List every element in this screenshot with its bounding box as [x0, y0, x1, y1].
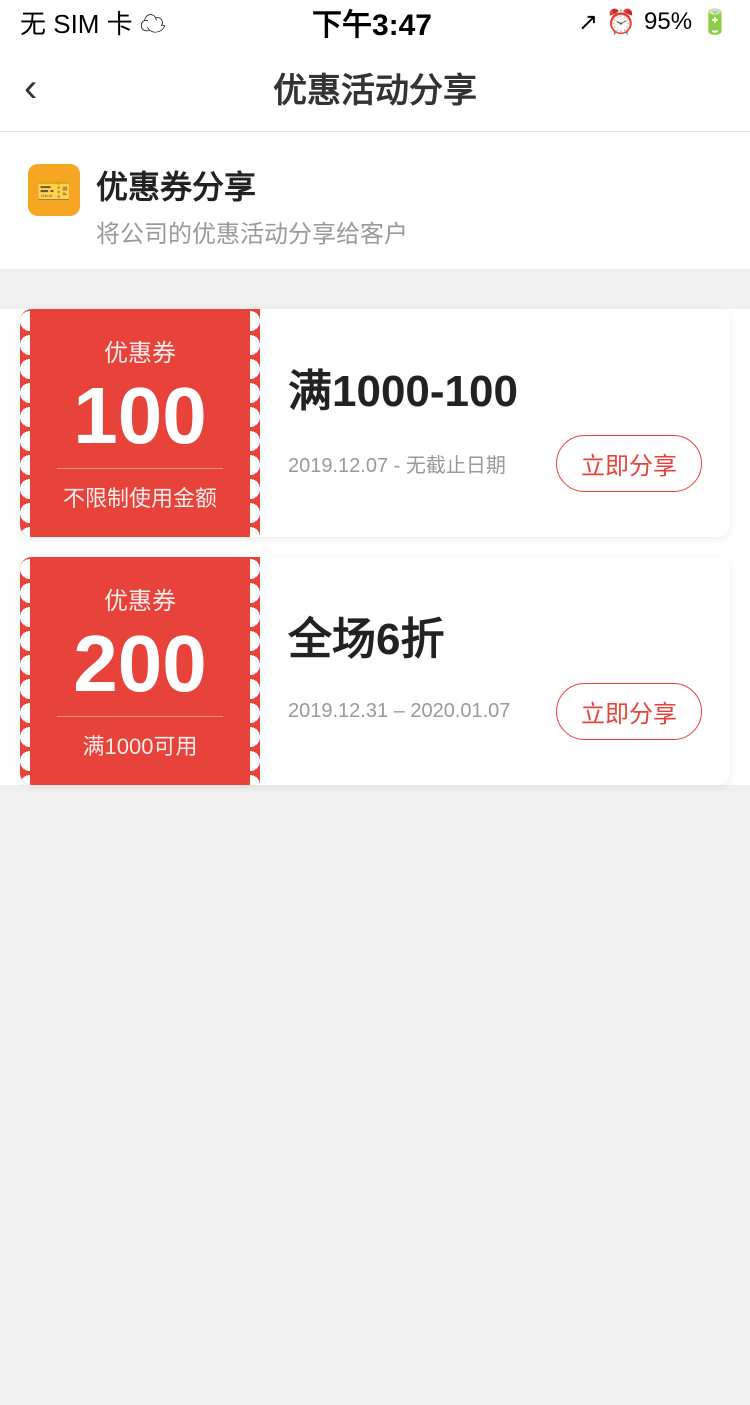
- coupon-date: 2019.12.31 – 2020.01.07: [288, 700, 510, 723]
- status-time: 下午3:47: [312, 0, 432, 44]
- status-bar: 无 SIM 卡 ☁ 下午3:47 ↗ ⏰ 95% 🔋: [0, 0, 750, 44]
- coupon-left-panel: 优惠券 100 不限制使用金额: [20, 309, 260, 537]
- battery-icon: 🔋: [700, 8, 730, 37]
- battery-label: 95%: [644, 8, 692, 36]
- section-text: 优惠券分享 将公司的优惠活动分享给客户: [96, 162, 408, 249]
- coupon-right-panel: 满1000-100 2019.12.07 - 无截止日期 立即分享: [260, 309, 730, 537]
- empty-area: [0, 805, 750, 1405]
- alarm-icon: ⏰: [606, 8, 636, 37]
- section-header: 🎫 优惠券分享 将公司的优惠活动分享给客户: [0, 132, 750, 269]
- coupon-condition: 不限制使用金额: [63, 481, 217, 513]
- coupon-type-label: 优惠券: [104, 581, 176, 616]
- coupon-type-label: 优惠券: [104, 333, 176, 368]
- sim-wifi-label: 无 SIM 卡 ☁: [20, 4, 166, 41]
- coupon-inner-divider: [57, 716, 223, 717]
- back-button[interactable]: ‹: [24, 68, 37, 108]
- coupon-item: 优惠券 100 不限制使用金额 满1000-100 2019.12.07 - 无…: [20, 309, 730, 537]
- coupon-amount: 100: [73, 376, 206, 456]
- coupon-section-icon: 🎫: [28, 164, 80, 216]
- coupon-meta: 2019.12.07 - 无截止日期 立即分享: [288, 435, 702, 492]
- coupon-name: 满1000-100: [288, 355, 702, 419]
- section-divider: [0, 269, 750, 289]
- coupon-list: 优惠券 100 不限制使用金额 满1000-100 2019.12.07 - 无…: [0, 309, 750, 785]
- nav-bar: ‹ 优惠活动分享: [0, 44, 750, 132]
- coupon-amount: 200: [73, 624, 206, 704]
- coupon-condition: 满1000可用: [83, 729, 198, 761]
- coupon-name: 全场6折: [288, 603, 702, 667]
- section-title: 优惠券分享: [96, 162, 408, 208]
- status-right: ↗ ⏰ 95% 🔋: [578, 8, 730, 37]
- nav-title: 优惠活动分享: [273, 63, 477, 112]
- section-subtitle: 将公司的优惠活动分享给客户: [96, 214, 408, 249]
- coupon-item: 优惠券 200 满1000可用 全场6折 2019.12.31 – 2020.0…: [20, 557, 730, 785]
- coupon-meta: 2019.12.31 – 2020.01.07 立即分享: [288, 683, 702, 740]
- location-icon: ↗: [578, 8, 598, 37]
- coupon-left-panel: 优惠券 200 满1000可用: [20, 557, 260, 785]
- share-button[interactable]: 立即分享: [556, 435, 702, 492]
- coupon-right-panel: 全场6折 2019.12.31 – 2020.01.07 立即分享: [260, 557, 730, 785]
- share-button[interactable]: 立即分享: [556, 683, 702, 740]
- coupon-date: 2019.12.07 - 无截止日期: [288, 449, 506, 478]
- coupon-inner-divider: [57, 468, 223, 469]
- status-left: 无 SIM 卡 ☁: [20, 4, 166, 41]
